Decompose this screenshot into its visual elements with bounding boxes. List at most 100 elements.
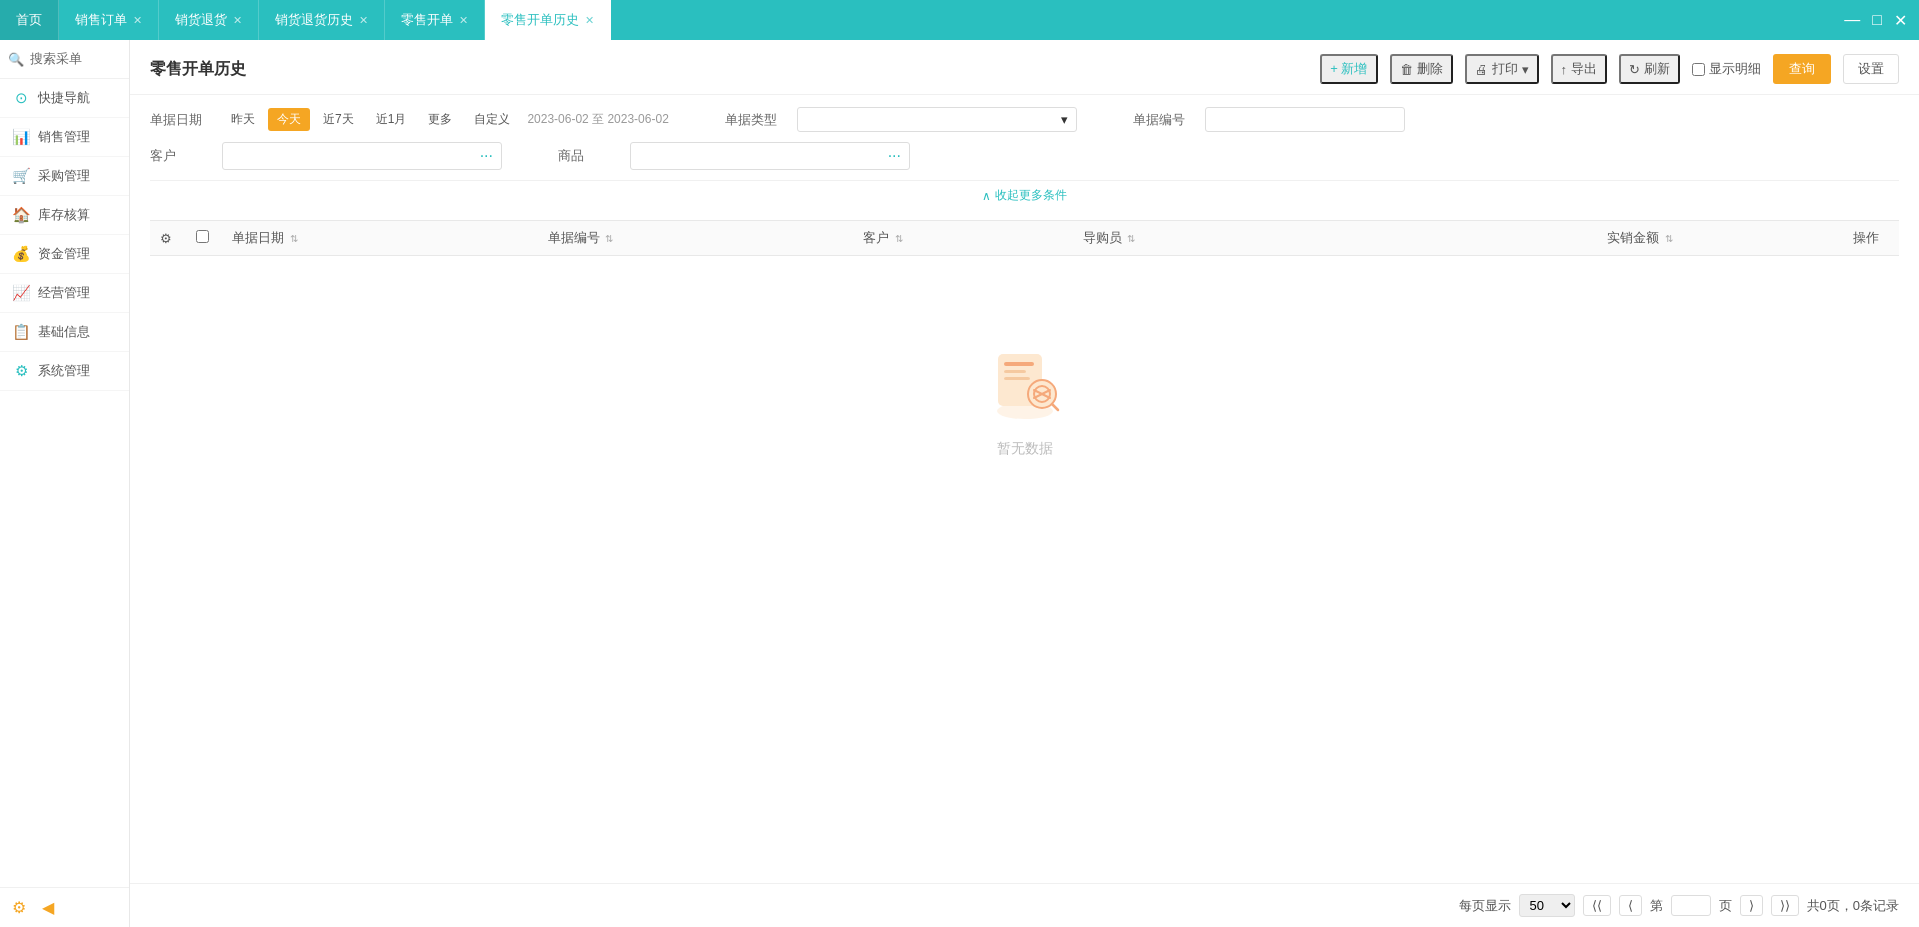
add-button[interactable]: + 新增 [1320,54,1377,84]
col-settings[interactable]: ⚙ [150,221,186,256]
delete-button[interactable]: 🗑 删除 [1390,54,1453,84]
page-title: 零售开单历史 [150,59,246,80]
date-btn-custom[interactable]: 自定义 [465,108,519,131]
show-detail-checkbox[interactable] [1692,63,1705,76]
sidebar-item-quick-nav-label: 快捷导航 [38,89,90,107]
table-header: ⚙ 单据日期 ⇅ 单据编号 ⇅ 客户 ⇅ [150,221,1899,256]
sidebar-item-operations-label: 经营管理 [38,284,90,302]
col-checkbox[interactable] [186,221,222,256]
print-button[interactable]: 🖨 打印 ▾ [1465,54,1539,84]
tab-retail-order-history[interactable]: 零售开单历史 ✕ [485,0,611,40]
col-amount-label: 实销金额 [1607,230,1659,245]
sidebar-search[interactable]: 🔍 搜索采单 [0,40,129,79]
product-dots[interactable]: ··· [888,147,901,165]
sidebar-item-basic-info[interactable]: 📋 基础信息 [0,313,129,352]
refresh-button[interactable]: ↻ 刷新 [1619,54,1680,84]
date-range-display: 2023-06-02 至 2023-06-02 [527,111,668,128]
content-area: 零售开单历史 + 新增 🗑 删除 🖨 打印 ▾ ↑ 导出 ↻ [130,40,1919,927]
type-dropdown-icon: ▾ [1061,112,1068,127]
tab-retail-order[interactable]: 零售开单 ✕ [385,0,485,40]
tab-sales-return-history-label: 销货退货历史 [275,11,353,29]
col-date-label: 单据日期 [232,230,284,245]
search-button[interactable]: 查询 [1773,54,1831,84]
next-page-button[interactable]: ⟩ [1740,895,1763,916]
tab-sales-order[interactable]: 销售订单 ✕ [59,0,159,40]
quick-nav-icon: ⊙ [12,89,30,107]
sidebar-item-system[interactable]: ⚙ 系统管理 [0,352,129,391]
sidebar-item-quick-nav[interactable]: ⊙ 快捷导航 [0,79,129,118]
type-filter-select[interactable]: ▾ [797,107,1077,132]
first-page-button[interactable]: ⟨⟨ [1583,895,1611,916]
current-page-input[interactable]: 1 [1671,895,1711,916]
sidebar-item-purchase-label: 采购管理 [38,167,90,185]
export-button[interactable]: ↑ 导出 [1551,54,1608,84]
tab-sales-return-close[interactable]: ✕ [233,14,242,27]
sidebar-item-system-label: 系统管理 [38,362,90,380]
system-icon: ⚙ [12,362,30,380]
select-all-checkbox[interactable] [196,230,209,243]
col-customer-sort[interactable]: ⇅ [895,233,903,244]
export-icon: ↑ [1561,62,1568,77]
col-salesperson-sort[interactable]: ⇅ [1127,233,1135,244]
col-date-sort[interactable]: ⇅ [290,233,298,244]
refresh-icon: ↻ [1629,62,1640,77]
type-filter-label: 单据类型 [725,111,781,129]
per-page-select[interactable]: 10 20 50 100 [1519,894,1575,917]
date-btn-more[interactable]: 更多 [419,108,461,131]
col-number: 单据编号 ⇅ [538,221,854,256]
filter-area: 单据日期 昨天 今天 近7天 近1月 更多 自定义 2023-06-02 至 2… [130,95,1919,212]
sidebar-item-finance[interactable]: 💰 资金管理 [0,235,129,274]
customer-filter-select[interactable]: ··· [222,142,502,170]
search-icon: 🔍 [8,52,24,67]
date-btn-yesterday[interactable]: 昨天 [222,108,264,131]
show-detail-checkbox-label[interactable]: 显示明细 [1692,60,1761,78]
inventory-icon: 🏠 [12,206,30,224]
number-filter-label: 单据编号 [1133,111,1189,129]
sidebar-item-inventory-label: 库存核算 [38,206,90,224]
collapse-bar[interactable]: ∧ 收起更多条件 [150,180,1899,212]
sidebar-item-inventory[interactable]: 🏠 库存核算 [0,196,129,235]
header-actions: + 新增 🗑 删除 🖨 打印 ▾ ↑ 导出 ↻ 刷新 [1320,54,1899,84]
settings-gear-icon[interactable]: ⚙ [12,898,26,917]
number-filter-input[interactable] [1205,107,1405,132]
print-dropdown-icon: ▾ [1522,62,1529,77]
col-amount: 实销金额 ⇅ [1340,221,1692,256]
sidebar-item-finance-label: 资金管理 [38,245,90,263]
filter-row-1: 单据日期 昨天 今天 近7天 近1月 更多 自定义 2023-06-02 至 2… [150,107,1899,132]
sales-icon: 📊 [12,128,30,146]
tab-sales-return-history[interactable]: 销货退货历史 ✕ [259,0,385,40]
col-number-sort[interactable]: ⇅ [605,233,613,244]
date-btn-7days[interactable]: 近7天 [314,108,363,131]
col-customer-label: 客户 [863,230,889,245]
product-filter-select[interactable]: ··· [630,142,910,170]
svg-line-9 [1052,404,1058,410]
tab-retail-order-history-close[interactable]: ✕ [585,14,594,27]
prev-page-button[interactable]: ⟨ [1619,895,1642,916]
page-word: 第 [1650,897,1663,915]
sidebar-item-purchase[interactable]: 🛒 采购管理 [0,157,129,196]
window-controls: — □ ✕ [1844,11,1919,30]
sidebar-item-sales[interactable]: 📊 销售管理 [0,118,129,157]
collapse-sidebar-icon[interactable]: ◀ [42,898,54,917]
sidebar-search-label: 搜索采单 [30,50,82,68]
date-btn-1month[interactable]: 近1月 [367,108,416,131]
sidebar-item-operations[interactable]: 📈 经营管理 [0,274,129,313]
customer-dots[interactable]: ··· [480,147,493,165]
last-page-button[interactable]: ⟩⟩ [1771,895,1799,916]
tab-sales-return-history-close[interactable]: ✕ [359,14,368,27]
col-amount-sort[interactable]: ⇅ [1665,233,1673,244]
tab-home[interactable]: 首页 [0,0,59,40]
setting-button[interactable]: 设置 [1843,54,1899,84]
tab-sales-return[interactable]: 销货退货 ✕ [159,0,259,40]
tab-retail-order-close[interactable]: ✕ [459,14,468,27]
customer-filter-label: 客户 [150,147,206,165]
col-customer: 客户 ⇅ [853,221,1073,256]
print-label: 打印 [1492,60,1518,78]
tab-sales-order-close[interactable]: ✕ [133,14,142,27]
minimize-button[interactable]: — [1844,11,1860,29]
close-window-button[interactable]: ✕ [1894,11,1907,30]
tab-retail-order-label: 零售开单 [401,11,453,29]
maximize-button[interactable]: □ [1872,11,1882,29]
date-btn-today[interactable]: 今天 [268,108,310,131]
sidebar-item-sales-label: 销售管理 [38,128,90,146]
